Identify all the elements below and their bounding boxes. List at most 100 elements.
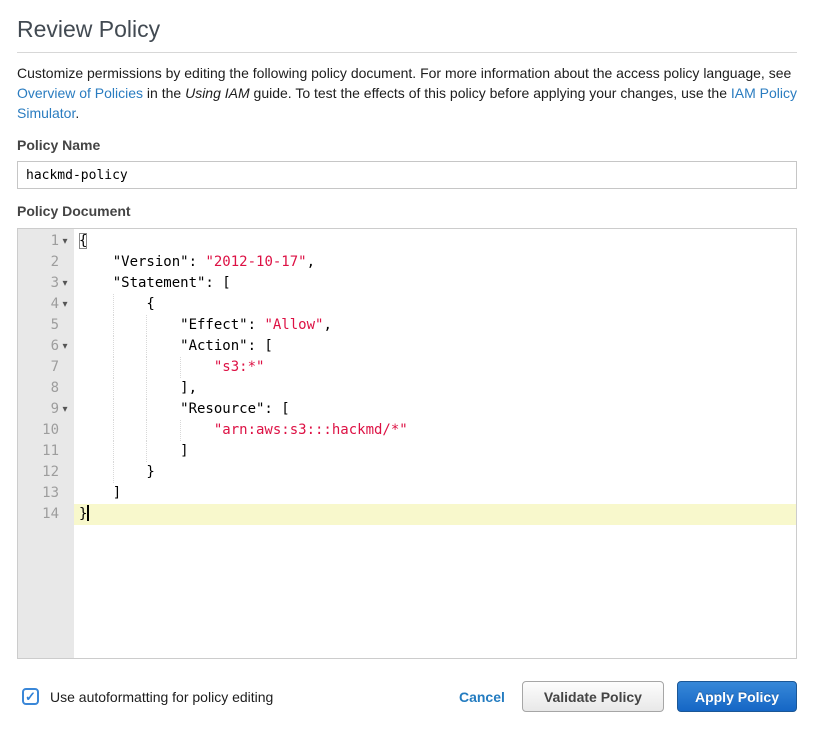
indent-guide: [146, 420, 147, 441]
code-token: "Version":: [79, 254, 205, 270]
code-token: }: [79, 506, 87, 522]
review-policy-page: Review Policy Customize permissions by e…: [0, 16, 814, 712]
matched-brace-token: {: [79, 233, 87, 249]
line-number: 8: [51, 378, 59, 399]
indent-guide: [113, 315, 114, 336]
autoformat-checkbox[interactable]: ✓: [22, 688, 39, 705]
indent-guide: [113, 294, 114, 315]
policy-name-input[interactable]: [17, 161, 797, 189]
indent-guide: [113, 378, 114, 399]
line-number: 10: [42, 420, 59, 441]
line-number: 11: [42, 441, 59, 462]
code-line-12: }: [74, 462, 796, 483]
code-token: "Effect":: [79, 317, 264, 333]
indent-guide: [113, 441, 114, 462]
indent-guide: [146, 357, 147, 378]
line-number: 7: [51, 357, 59, 378]
gutter-line-6: 6▾: [18, 336, 74, 357]
gutter-line-12: 12: [18, 462, 74, 483]
line-number: 1: [51, 231, 59, 252]
code-line-7: "s3:*": [74, 357, 796, 378]
line-number: 3: [51, 273, 59, 294]
code-line-14: }: [74, 504, 796, 525]
header-divider: [17, 52, 797, 53]
fold-arrow-icon[interactable]: ▾: [59, 231, 71, 252]
indent-guide: [113, 336, 114, 357]
policy-document-editor[interactable]: 1▾23▾4▾56▾789▾1011121314 { "Version": "2…: [17, 228, 797, 659]
indent-guide: [146, 336, 147, 357]
code-token: ],: [79, 380, 197, 396]
line-number: 9: [51, 399, 59, 420]
page-title: Review Policy: [17, 16, 797, 42]
code-line-11: ]: [74, 441, 796, 462]
line-number: 14: [42, 504, 59, 525]
code-token: ,: [307, 254, 315, 270]
code-token: {: [79, 296, 155, 312]
indent-guide: [113, 420, 114, 441]
intro-text-before: Customize permissions by editing the fol…: [17, 65, 791, 81]
code-line-1: {: [74, 231, 796, 252]
code-token: "Action": [: [79, 338, 273, 354]
fold-arrow-icon[interactable]: ▾: [59, 294, 71, 315]
code-token: ,: [323, 317, 331, 333]
fold-arrow-icon[interactable]: ▾: [59, 336, 71, 357]
gutter-line-13: 13: [18, 483, 74, 504]
gutter-line-11: 11: [18, 441, 74, 462]
code-line-13: ]: [74, 483, 796, 504]
indent-guide: [146, 378, 147, 399]
line-number: 6: [51, 336, 59, 357]
gutter-line-5: 5: [18, 315, 74, 336]
indent-guide: [113, 357, 114, 378]
code-line-3: "Statement": [: [74, 273, 796, 294]
editor-code[interactable]: { "Version": "2012-10-17", "Statement": …: [74, 229, 796, 658]
code-token: "Resource": [: [79, 401, 290, 417]
indent-guide: [146, 441, 147, 462]
code-line-9: "Resource": [: [74, 399, 796, 420]
text-cursor: [87, 505, 89, 521]
using-iam-guide-name: Using IAM: [185, 85, 250, 101]
code-token: "Statement": [: [79, 275, 231, 291]
indent-guide: [146, 399, 147, 420]
code-line-2: "Version": "2012-10-17",: [74, 252, 796, 273]
gutter-line-7: 7: [18, 357, 74, 378]
code-line-6: "Action": [: [74, 336, 796, 357]
string-token: "s3:*": [214, 359, 265, 375]
string-token: "2012-10-17": [205, 254, 306, 270]
indent-guide: [180, 357, 181, 378]
string-token: "arn:aws:s3:::hackmd/*": [214, 422, 408, 438]
policy-document-label: Policy Document: [17, 203, 797, 219]
overview-of-policies-link[interactable]: Overview of Policies: [17, 85, 143, 101]
gutter-line-1: 1▾: [18, 231, 74, 252]
gutter-line-8: 8: [18, 378, 74, 399]
gutter-line-4: 4▾: [18, 294, 74, 315]
validate-policy-button[interactable]: Validate Policy: [522, 681, 664, 712]
gutter-line-14: 14: [18, 504, 74, 525]
policy-name-label: Policy Name: [17, 137, 797, 153]
string-token: "Allow": [264, 317, 323, 333]
code-token: ]: [79, 443, 189, 459]
intro-paragraph: Customize permissions by editing the fol…: [17, 63, 797, 123]
gutter-line-10: 10: [18, 420, 74, 441]
code-line-8: ],: [74, 378, 796, 399]
line-number: 12: [42, 462, 59, 483]
line-number: 13: [42, 483, 59, 504]
code-token: }: [79, 464, 155, 480]
indent-guide: [180, 420, 181, 441]
indent-guide: [113, 399, 114, 420]
gutter-line-2: 2: [18, 252, 74, 273]
code-line-5: "Effect": "Allow",: [74, 315, 796, 336]
fold-arrow-icon[interactable]: ▾: [59, 273, 71, 294]
intro-text-mid2: guide. To test the effects of this polic…: [250, 85, 731, 101]
cancel-link[interactable]: Cancel: [459, 689, 505, 705]
apply-policy-button[interactable]: Apply Policy: [677, 681, 797, 712]
checkmark-icon: ✓: [25, 690, 36, 703]
autoformat-option[interactable]: ✓ Use autoformatting for policy editing: [17, 688, 273, 705]
code-token: ]: [79, 485, 121, 501]
footer-actions: Cancel Validate Policy Apply Policy: [459, 681, 797, 712]
intro-text-mid1: in the: [143, 85, 185, 101]
gutter-line-9: 9▾: [18, 399, 74, 420]
editor-gutter: 1▾23▾4▾56▾789▾1011121314: [18, 229, 74, 658]
gutter-line-3: 3▾: [18, 273, 74, 294]
fold-arrow-icon[interactable]: ▾: [59, 399, 71, 420]
indent-guide: [146, 315, 147, 336]
